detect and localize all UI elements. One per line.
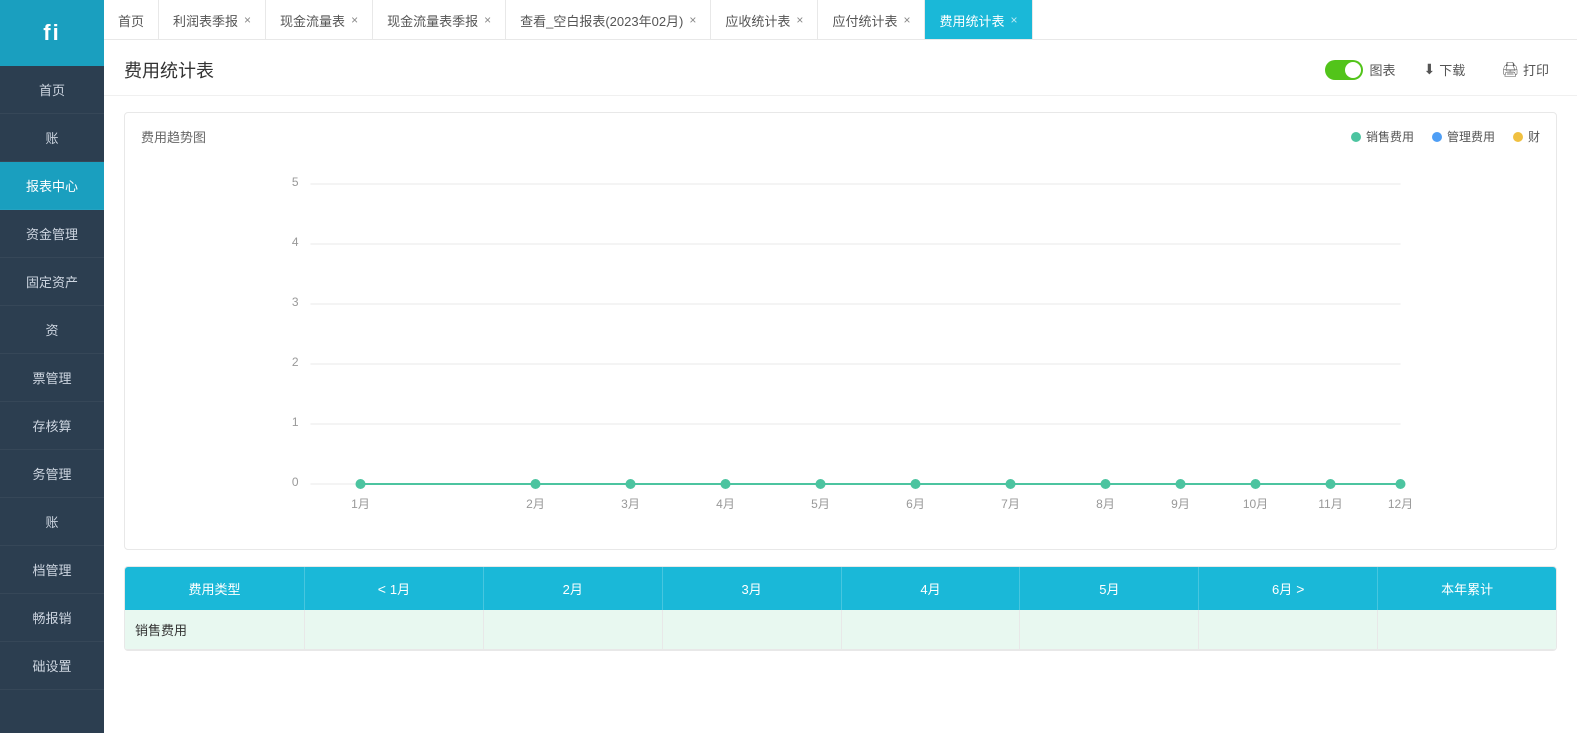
tab-cashflow-quarterly[interactable]: 现金流量表季报 × [373, 0, 506, 40]
chart-legend: 销售费用 管理费用 财 [1351, 128, 1540, 145]
svg-text:5月: 5月 [811, 497, 830, 511]
chart-toggle[interactable] [1325, 60, 1363, 80]
sidebar-item-service-mgmt[interactable]: 务管理 [0, 450, 104, 498]
sidebar: fi 首页 账 报表中心 资金管理 固定资产 资 票管理 存核算 务管理 账 档… [0, 0, 104, 733]
chart-container: 5 4 3 2 1 0 [141, 156, 1540, 529]
tab-close-cashflow-quarterly[interactable]: × [484, 13, 491, 27]
th-m4: 4月 [842, 567, 1021, 610]
td-m3 [663, 610, 842, 649]
table-section: 费用类型 < 1月 2月 3月 4月 5月 [124, 566, 1557, 651]
chart-section: 费用趋势图 销售费用 管理费用 财 [124, 112, 1557, 550]
svg-text:3: 3 [292, 295, 299, 309]
tab-close-cashflow[interactable]: × [351, 13, 358, 27]
trend-chart: 5 4 3 2 1 0 [141, 156, 1540, 526]
sidebar-item-ticket-mgmt[interactable]: 票管理 [0, 354, 104, 402]
tab-profit-quarterly[interactable]: 利润表季报 × [159, 0, 266, 40]
svg-text:12月: 12月 [1388, 497, 1413, 511]
table-row: 销售费用 [125, 610, 1556, 650]
sidebar-item-ledger[interactable]: 账 [0, 498, 104, 546]
svg-text:4月: 4月 [716, 497, 735, 511]
svg-text:9月: 9月 [1171, 497, 1190, 511]
th-total: 本年累计 [1378, 567, 1556, 610]
table-header-row: 费用类型 < 1月 2月 3月 4月 5月 [125, 567, 1556, 610]
sidebar-item-asset[interactable]: 资 [0, 306, 104, 354]
tab-home[interactable]: 首页 [104, 0, 159, 40]
tab-receivable[interactable]: 应收统计表 × [711, 0, 818, 40]
chart-header: 费用趋势图 销售费用 管理费用 财 [141, 127, 1540, 146]
chart-title: 费用趋势图 [141, 127, 206, 146]
sidebar-item-fixed-assets[interactable]: 固定资产 [0, 258, 104, 306]
header-actions: 图表 ⬇ 下载 🖨 打印 [1325, 56, 1557, 83]
th-type: 费用类型 [125, 567, 305, 610]
tab-close-payable[interactable]: × [903, 13, 910, 27]
tab-close-blank-report[interactable]: × [689, 13, 696, 27]
sidebar-item-home[interactable]: 首页 [0, 66, 104, 114]
svg-text:2月: 2月 [526, 497, 545, 511]
td-m6 [1199, 610, 1378, 649]
toggle-wrap: 图表 [1325, 60, 1395, 80]
sidebar-logo: fi [0, 0, 104, 66]
sidebar-item-archive-mgmt[interactable]: 档管理 [0, 546, 104, 594]
tab-expense-stats[interactable]: 费用统计表 × [925, 0, 1032, 40]
table-nav-prev[interactable]: < [378, 581, 386, 597]
th-m6: 6月 > [1199, 567, 1378, 610]
tab-cashflow[interactable]: 现金流量表 × [266, 0, 373, 40]
legend-dot-finance [1513, 132, 1523, 142]
th-m2: 2月 [484, 567, 663, 610]
tab-blank-report[interactable]: 查看_空白报表(2023年02月) × [506, 0, 711, 40]
page-title: 费用统计表 [124, 57, 214, 83]
td-total [1378, 610, 1556, 649]
print-button[interactable]: 🖨 打印 [1493, 56, 1557, 83]
td-type: 销售费用 [125, 610, 305, 649]
sidebar-item-fund-mgmt[interactable]: 资金管理 [0, 210, 104, 258]
svg-text:1: 1 [292, 415, 299, 429]
tab-payable[interactable]: 应付统计表 × [818, 0, 925, 40]
td-m4 [842, 610, 1021, 649]
tab-close-expense-stats[interactable]: × [1010, 13, 1017, 27]
th-m5: 5月 [1020, 567, 1199, 610]
tab-close-profit-quarterly[interactable]: × [244, 13, 251, 27]
page-content: 费用统计表 图表 ⬇ 下载 🖨 打印 费用趋势图 [104, 40, 1577, 733]
print-icon: 🖨 [1501, 61, 1519, 78]
td-m1 [305, 610, 484, 649]
tab-bar: 首页 利润表季报 × 现金流量表 × 现金流量表季报 × 查看_空白报表(202… [104, 0, 1577, 40]
legend-admin: 管理费用 [1432, 128, 1495, 145]
legend-dot-admin [1432, 132, 1442, 142]
svg-text:5: 5 [292, 175, 299, 189]
sidebar-item-basic-settings[interactable]: 础设置 [0, 642, 104, 690]
svg-text:0: 0 [292, 475, 299, 489]
svg-text:6月: 6月 [906, 497, 925, 511]
svg-text:2: 2 [292, 355, 299, 369]
toggle-label: 图表 [1369, 60, 1395, 79]
td-m5 [1020, 610, 1199, 649]
th-m3: 3月 [663, 567, 842, 610]
sidebar-item-expense[interactable]: 畅报销 [0, 594, 104, 642]
svg-text:3月: 3月 [621, 497, 640, 511]
download-button[interactable]: ⬇ 下载 [1415, 56, 1473, 83]
page-header: 费用统计表 图表 ⬇ 下载 🖨 打印 [104, 40, 1577, 96]
sidebar-item-account[interactable]: 账 [0, 114, 104, 162]
svg-text:7月: 7月 [1001, 497, 1020, 511]
svg-text:10月: 10月 [1243, 497, 1268, 511]
download-icon: ⬇ [1423, 61, 1435, 78]
legend-sales: 销售费用 [1351, 128, 1414, 145]
sidebar-item-report-center[interactable]: 报表中心 [0, 162, 104, 210]
table-nav-next[interactable]: > [1296, 581, 1304, 597]
legend-finance: 财 [1513, 128, 1540, 145]
th-m1: < 1月 [305, 567, 484, 610]
td-m2 [484, 610, 663, 649]
main-area: 首页 利润表季报 × 现金流量表 × 现金流量表季报 × 查看_空白报表(202… [104, 0, 1577, 733]
svg-text:11月: 11月 [1318, 497, 1342, 511]
svg-text:1月: 1月 [351, 497, 370, 511]
svg-text:4: 4 [292, 235, 299, 249]
legend-dot-sales [1351, 132, 1361, 142]
tab-close-receivable[interactable]: × [796, 13, 803, 27]
sidebar-item-inventory[interactable]: 存核算 [0, 402, 104, 450]
svg-text:8月: 8月 [1096, 497, 1115, 511]
